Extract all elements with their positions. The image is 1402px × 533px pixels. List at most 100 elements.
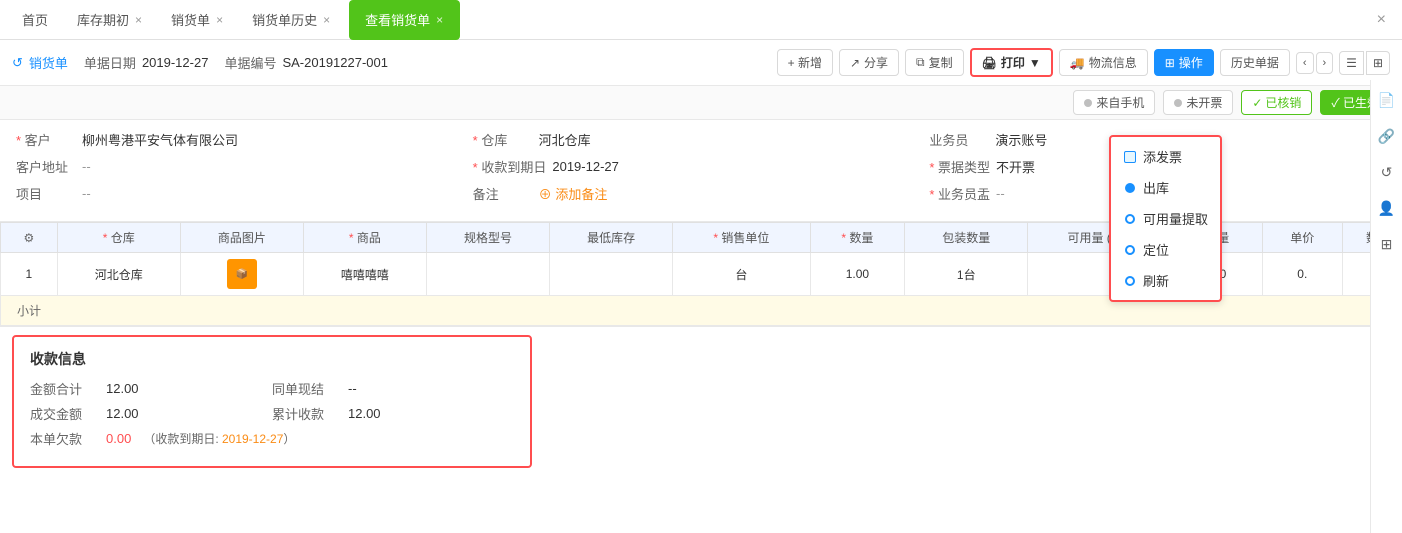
due-date-note: 2019-12-27 — [222, 432, 283, 446]
col-spec: 规格型号 — [426, 223, 549, 253]
doc-number-field: 单据编号 SA-20191227-001 — [224, 53, 388, 72]
sidebar-link-icon[interactable]: 🔗 — [1375, 124, 1399, 148]
invoice-type-label: 票据类型 — [929, 157, 990, 176]
operations-dropdown: 添发票 出库 可用量提取 定位 刷新 — [1109, 135, 1222, 302]
warehouse-field: 仓库 河北仓库 — [473, 130, 930, 149]
settings-icon[interactable]: ⚙ — [23, 231, 34, 245]
cumulative-field: 累计收款 12.00 — [272, 404, 514, 423]
print-icon: 🖨 — [982, 56, 997, 70]
nav-prev-button[interactable]: ‹ — [1296, 52, 1314, 74]
history-button[interactable]: 历史单据 — [1220, 49, 1290, 76]
tab-inventory-init[interactable]: 库存期初 × — [63, 0, 157, 40]
note-label: 备注 — [473, 184, 533, 203]
locate-icon — [1123, 243, 1137, 257]
customer-label: 客户 — [16, 130, 76, 149]
col-settings: ⚙ — [1, 223, 58, 253]
doc-type-label: ↺ 销货单 — [12, 53, 68, 72]
tab-home[interactable]: 首页 — [8, 0, 63, 40]
window-close-button[interactable]: × — [1369, 11, 1394, 29]
row-qty: 1.00 — [810, 253, 905, 296]
tab-sales-history[interactable]: 销货单历史 × — [238, 0, 345, 40]
product-image: 📦 — [227, 259, 257, 289]
row-price: 0. — [1262, 253, 1342, 296]
same-order-field: 同单现结 -- — [272, 379, 514, 398]
col-img: 商品图片 — [180, 223, 303, 253]
doc-date-field: 单据日期 2019-12-27 — [84, 53, 209, 72]
address-value: -- — [82, 159, 473, 174]
not-opened-button[interactable]: 未开票 — [1163, 90, 1233, 115]
share-button[interactable]: ↗ 分享 — [839, 49, 899, 76]
transaction-field: 成交金额 12.00 — [30, 404, 272, 423]
sidebar-user-icon[interactable]: 👤 — [1375, 196, 1399, 220]
total-value: 12.00 — [106, 381, 139, 396]
salesperson-label: 业务员 — [929, 130, 989, 149]
tab-close-view-sales-order[interactable]: × — [436, 13, 443, 27]
right-sidebar: 📄 🔗 ↺ 👤 ⊞ ⤢ — [1370, 80, 1402, 533]
col-pkg-qty: 包装数量 — [905, 223, 1028, 253]
warehouse-label: 仓库 — [473, 130, 533, 149]
nav-arrows: ‹ › — [1296, 52, 1333, 74]
sidebar-grid-icon[interactable]: ⊞ — [1375, 232, 1399, 256]
row-unit: 台 — [673, 253, 810, 296]
col-warehouse: 仓库 — [57, 223, 180, 253]
locate-item[interactable]: 定位 — [1111, 234, 1220, 265]
address-field: 客户地址 -- — [16, 157, 473, 176]
sidebar-refresh-icon[interactable]: ↺ — [1375, 160, 1399, 184]
tab-view-sales-order[interactable]: 查看销货单 × — [349, 0, 460, 40]
nav-next-button[interactable]: › — [1316, 52, 1334, 74]
sidebar-document-icon[interactable]: 📄 — [1375, 88, 1399, 112]
customer-field: 客户 柳州粤港平安气体有限公司 — [16, 130, 473, 149]
arrears-value: 0.00 — [106, 431, 131, 446]
check-icon: ✓ — [1252, 96, 1262, 110]
doc-icon: ↺ — [12, 55, 23, 71]
tab-close-sales-order[interactable]: × — [216, 13, 223, 27]
plus-icon: ⊕ — [539, 187, 552, 202]
available-qty-item[interactable]: 可用量提取 — [1111, 203, 1220, 234]
outbound-icon — [1123, 181, 1137, 195]
from-mobile-button[interactable]: 来自手机 — [1073, 90, 1155, 115]
add-invoice-item[interactable]: 添发票 — [1111, 141, 1220, 172]
payment-info-title: 收款信息 — [30, 349, 514, 369]
col-sales-unit: 销售单位 — [673, 223, 810, 253]
grid-view-button[interactable]: ⊞ — [1366, 51, 1390, 75]
due-note: （收款到期日: 2019-12-27） — [143, 430, 295, 447]
row-product: 嘻嘻嘻嘻 — [303, 253, 426, 296]
tab-close-sales-history[interactable]: × — [323, 13, 330, 27]
copy-button[interactable]: ⧉ 复制 — [905, 49, 964, 76]
due-date-field: 收款到期日 2019-12-27 — [473, 157, 930, 176]
row-pkg-qty: 1台 — [905, 253, 1028, 296]
tab-close-inventory-init[interactable]: × — [135, 13, 142, 27]
check2-icon: ✓ — [1331, 96, 1339, 110]
row-min-stock — [550, 253, 673, 296]
project-value: -- — [82, 186, 473, 201]
share-icon: ↗ — [850, 56, 860, 70]
already-cancelled-button[interactable]: ✓ 已核销 — [1241, 90, 1312, 115]
refresh-icon — [1123, 274, 1137, 288]
outbound-item[interactable]: 出库 — [1111, 172, 1220, 203]
list-view-button[interactable]: ☰ — [1339, 51, 1364, 75]
due-date-label: 收款到期日 — [473, 157, 547, 176]
print-button[interactable]: 🖨 打印 ▼ — [970, 48, 1053, 77]
address-label: 客户地址 — [16, 157, 76, 176]
add-invoice-icon — [1123, 150, 1137, 164]
salesperson2-label: 业务员盂 — [929, 184, 990, 203]
tab-sales-order[interactable]: 销货单 × — [157, 0, 238, 40]
toolbar-actions: + 新增 ↗ 分享 ⧉ 复制 🖨 打印 ▼ 🚚 物流信息 — [777, 48, 1390, 77]
available-qty-icon — [1123, 212, 1137, 226]
ops-icon: ⊞ — [1165, 56, 1175, 70]
payment-row-3: 本单欠款 0.00 （收款到期日: 2019-12-27） — [30, 429, 514, 448]
col-price: 单价 — [1262, 223, 1342, 253]
operations-button[interactable]: ⊞ 操作 — [1154, 49, 1214, 76]
logistics-button[interactable]: 🚚 物流信息 — [1059, 49, 1148, 76]
payment-row-2: 成交金额 12.00 累计收款 12.00 — [30, 404, 514, 423]
view-toggle: ☰ ⊞ — [1339, 51, 1390, 75]
refresh-item[interactable]: 刷新 — [1111, 265, 1220, 296]
add-note-button[interactable]: ⊕ 添加备注 — [539, 184, 930, 203]
main-content: ↺ 销货单 单据日期 2019-12-27 单据编号 SA-20191227-0… — [0, 40, 1402, 533]
secondary-toolbar: 来自手机 未开票 ✓ 已核销 ✓ 已生效 — [0, 86, 1402, 120]
row-img: 📦 — [180, 253, 303, 296]
new-button[interactable]: + 新增 — [777, 49, 833, 76]
not-opened-dot — [1174, 99, 1182, 107]
truck-icon: 🚚 — [1070, 56, 1085, 70]
total-field: 金额合计 12.00 — [30, 379, 272, 398]
